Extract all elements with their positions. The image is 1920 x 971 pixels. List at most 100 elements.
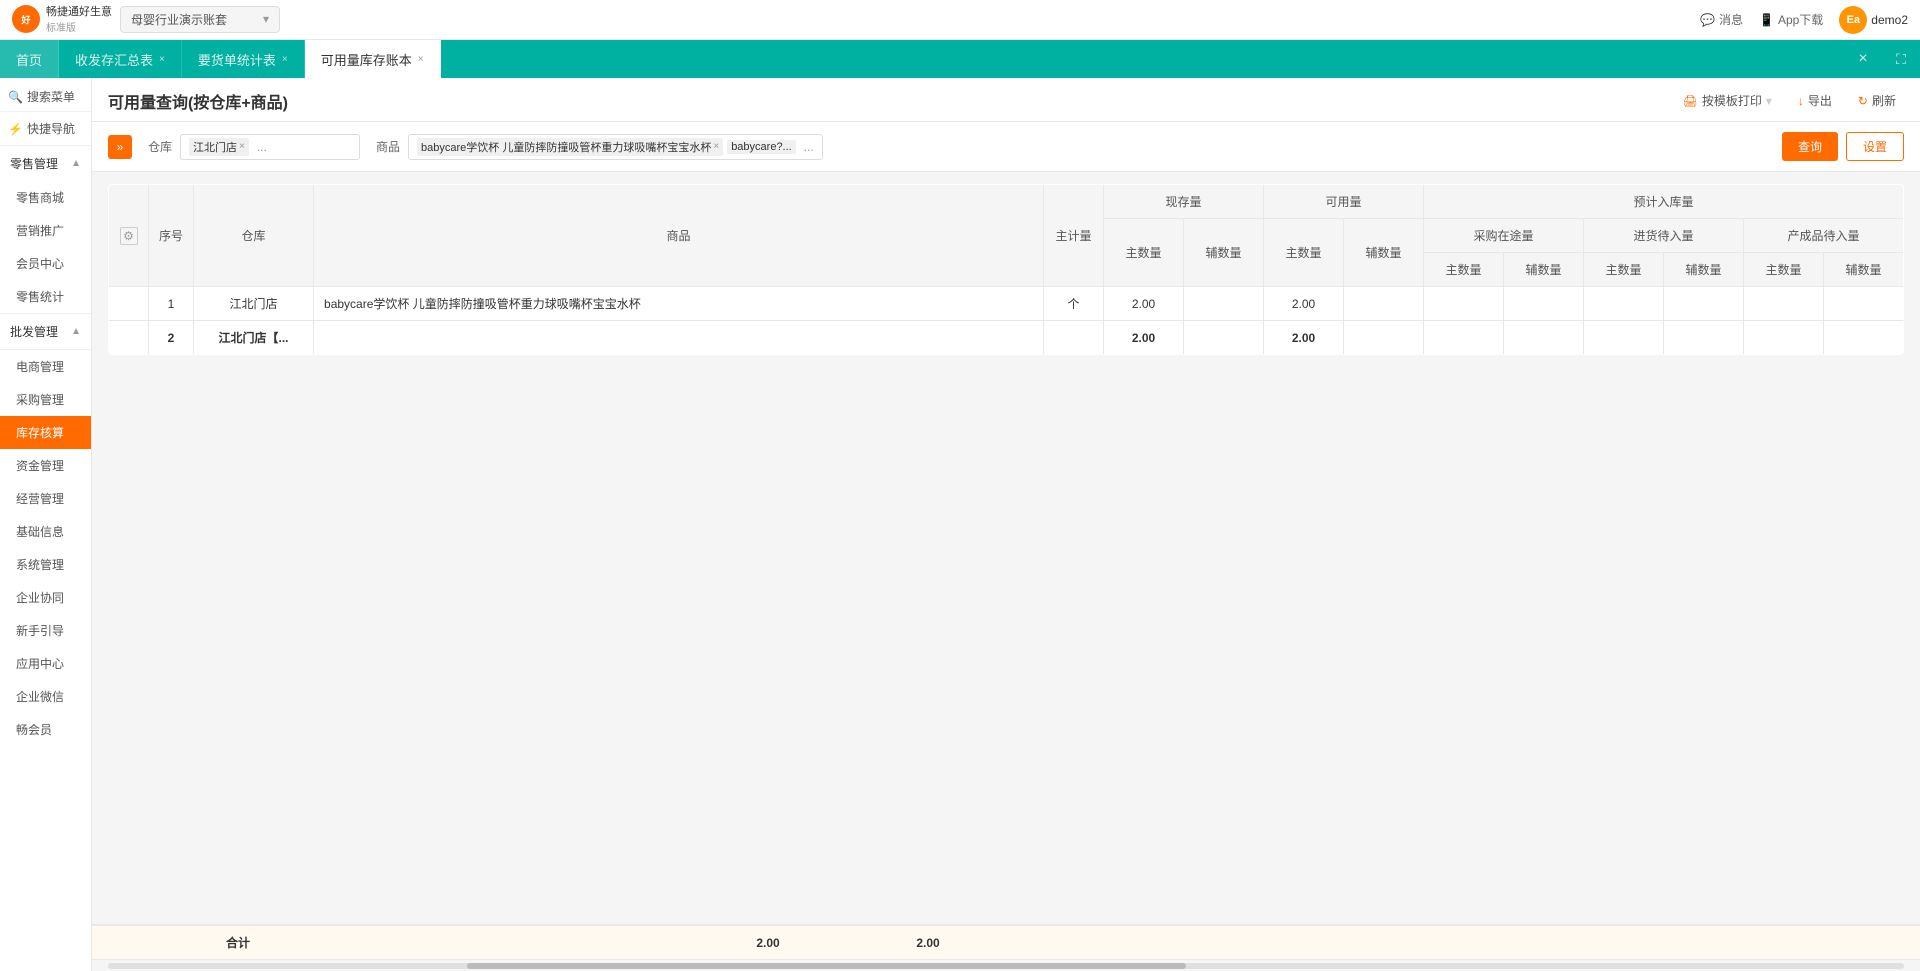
username: demo2 (1871, 13, 1908, 27)
warehouse-label: 仓库 (148, 138, 172, 155)
sidebar-quick-nav[interactable]: ⚡ 快捷导航 (0, 112, 91, 146)
th-warehouse: 仓库 (194, 185, 314, 287)
sidebar-item-wechat-label: 企业微信 (16, 690, 64, 704)
td-warehouse-2-val: 江北门店【... (219, 331, 289, 345)
goods-tag-2: babycare?... (727, 140, 796, 154)
sidebar-item-enterprise-label: 企业协同 (16, 591, 64, 605)
scroll-track[interactable] (108, 963, 1904, 969)
td-num-1: 1 (149, 287, 194, 321)
sidebar-group-wholesale-label: 批发管理 (10, 323, 58, 340)
goods-tag-1-close[interactable]: × (713, 141, 719, 152)
tab-receivable-close[interactable]: × (159, 54, 165, 65)
sidebar: 🔍 搜索菜单 ⚡ 快捷导航 零售管理 ▲ 零售商城 营销推广 会员中心 零售统计 (0, 78, 92, 971)
sidebar-item-marketing-label: 营销推广 (16, 224, 64, 238)
sidebar-item-marketing[interactable]: 营销推广 (0, 214, 91, 247)
sidebar-item-members[interactable]: 会员中心 (0, 247, 91, 280)
nav-maximize-button[interactable]: ⛶ (1882, 40, 1920, 78)
sidebar-item-finance-label: 资金管理 (16, 459, 64, 473)
th-purchase-transit: 采购在途量 (1424, 219, 1584, 253)
nav-tabs: 首页 收发存汇总表 × 要货单统计表 × 可用量库存账本 × × ⛶ (0, 40, 1920, 78)
sidebar-group-retail-header[interactable]: 零售管理 ▲ (0, 146, 91, 181)
app-download-icon: 📱 (1759, 13, 1774, 27)
th-avail-main-label: 主数量 (1285, 246, 1321, 260)
sidebar-item-member[interactable]: 畅会员 (0, 713, 91, 746)
export-button[interactable]: ↓ 导出 (1790, 88, 1840, 113)
td-prod-main-2 (1744, 321, 1824, 355)
sidebar-item-system[interactable]: 系统管理 (0, 548, 91, 581)
th-transit-aux-label: 辅数量 (1525, 263, 1561, 277)
export-label: 导出 (1808, 92, 1832, 109)
expand-icon: » (117, 140, 124, 154)
th-stock: 现存量 (1104, 185, 1264, 219)
th-prod-aux-label: 辅数量 (1845, 263, 1881, 277)
sidebar-item-appcenter[interactable]: 应用中心 (0, 647, 91, 680)
sidebar-item-newbie[interactable]: 新手引导 (0, 614, 91, 647)
th-product-pending-label: 产成品待入量 (1787, 229, 1859, 243)
th-pending-main: 主数量 (1584, 253, 1664, 287)
tab-orders[interactable]: 要货单统计表 × (182, 40, 305, 78)
chevron-down-icon: ▾ (263, 12, 269, 26)
th-avail-aux: 辅数量 (1344, 219, 1424, 287)
td-stock-aux-2 (1184, 321, 1264, 355)
data-table: ⚙ 序号 仓库 商品 主计量 (108, 184, 1904, 355)
company-selector[interactable]: 母婴行业演示账套 ▾ (120, 6, 280, 33)
message-action[interactable]: 💬 消息 (1700, 11, 1743, 28)
tab-receivable[interactable]: 收发存汇总表 × (59, 40, 182, 78)
td-pending-aux-1 (1664, 287, 1744, 321)
scroll-thumb[interactable] (467, 963, 1185, 969)
tab-home[interactable]: 首页 (0, 40, 59, 78)
refresh-button[interactable]: ↻ 刷新 (1850, 88, 1904, 113)
tab-orders-close[interactable]: × (282, 54, 288, 65)
th-prod-main: 主数量 (1744, 253, 1824, 287)
sidebar-item-basic[interactable]: 基础信息 (0, 515, 91, 548)
user-area[interactable]: Ea demo2 (1839, 6, 1908, 34)
nav-close-button[interactable]: × (1844, 40, 1882, 78)
sidebar-item-wechat[interactable]: 企业微信 (0, 680, 91, 713)
sidebar-item-enterprise[interactable]: 企业协同 (0, 581, 91, 614)
th-purchase-pending: 进货待入量 (1584, 219, 1744, 253)
tab-available-close[interactable]: × (418, 54, 424, 65)
logo-sub: 标准版 (46, 19, 112, 34)
warehouse-field: 仓库 江北门店 × ... (148, 134, 360, 160)
warehouse-tag-1-close[interactable]: × (239, 141, 245, 152)
goods-field: 商品 babycare学饮杯 儿童防摔防撞吸管杯重力球吸嘴杯宝宝水杯 × bab… (376, 134, 823, 160)
message-label: 消息 (1719, 11, 1743, 28)
tab-home-label: 首页 (16, 50, 42, 69)
sidebar-group-wholesale-header[interactable]: 批发管理 ▲ (0, 314, 91, 349)
sidebar-group-retail: 零售管理 ▲ 零售商城 营销推广 会员中心 零售统计 (0, 146, 91, 314)
td-transit-aux-2 (1504, 321, 1584, 355)
th-transit-aux: 辅数量 (1504, 253, 1584, 287)
th-stock-label: 现存量 (1165, 195, 1201, 209)
sidebar-item-purchase[interactable]: 采购管理 (0, 383, 91, 416)
sidebar-item-operations[interactable]: 经营管理 (0, 482, 91, 515)
sidebar-search[interactable]: 🔍 搜索菜单 (0, 78, 91, 112)
chevron-print-icon: ▾ (1766, 94, 1772, 108)
tab-available[interactable]: 可用量库存账本 × (305, 40, 441, 78)
sidebar-item-inventory[interactable]: 库存核算 (0, 416, 91, 449)
query-button[interactable]: 查询 (1782, 132, 1838, 161)
sidebar-item-finance[interactable]: 资金管理 (0, 449, 91, 482)
th-settings: ⚙ (109, 185, 149, 287)
th-unit-label: 主计量 (1055, 229, 1091, 243)
settings-icon[interactable]: ⚙ (120, 227, 138, 245)
app-download-action[interactable]: 📱 App下载 (1759, 11, 1823, 28)
nav-tabs-right: × ⛶ (1844, 40, 1920, 78)
sidebar-item-retail-stats[interactable]: 零售统计 (0, 280, 91, 313)
th-estimated: 预计入库量 (1424, 185, 1904, 219)
table-row: 1 江北门店 babycare学饮杯 儿童防摔防撞吸管杯重力球吸嘴杯宝宝水杯 个 (109, 287, 1904, 321)
sidebar-group-retail-label: 零售管理 (10, 155, 58, 172)
setting-button[interactable]: 设置 (1846, 132, 1904, 161)
goods-tag-2-text: babycare?... (731, 141, 792, 153)
goods-more[interactable]: ... (804, 140, 814, 154)
goods-input[interactable]: babycare学饮杯 儿童防摔防撞吸管杯重力球吸嘴杯宝宝水杯 × babyca… (408, 134, 823, 160)
sidebar-item-retail-mall[interactable]: 零售商城 (0, 181, 91, 214)
th-pending-aux-label: 辅数量 (1685, 263, 1721, 277)
avatar-text: Ea (1847, 14, 1860, 26)
expand-button[interactable]: » (108, 135, 132, 159)
th-stock-main: 主数量 (1104, 219, 1184, 287)
warehouse-input[interactable]: 江北门店 × ... (180, 134, 360, 160)
sidebar-item-ecommerce[interactable]: 电商管理 (0, 350, 91, 383)
td-avail-aux-2 (1344, 321, 1424, 355)
print-button[interactable]: 🖨 按模板打印 ▾ (1675, 88, 1780, 113)
warehouse-more[interactable]: ... (257, 140, 267, 154)
